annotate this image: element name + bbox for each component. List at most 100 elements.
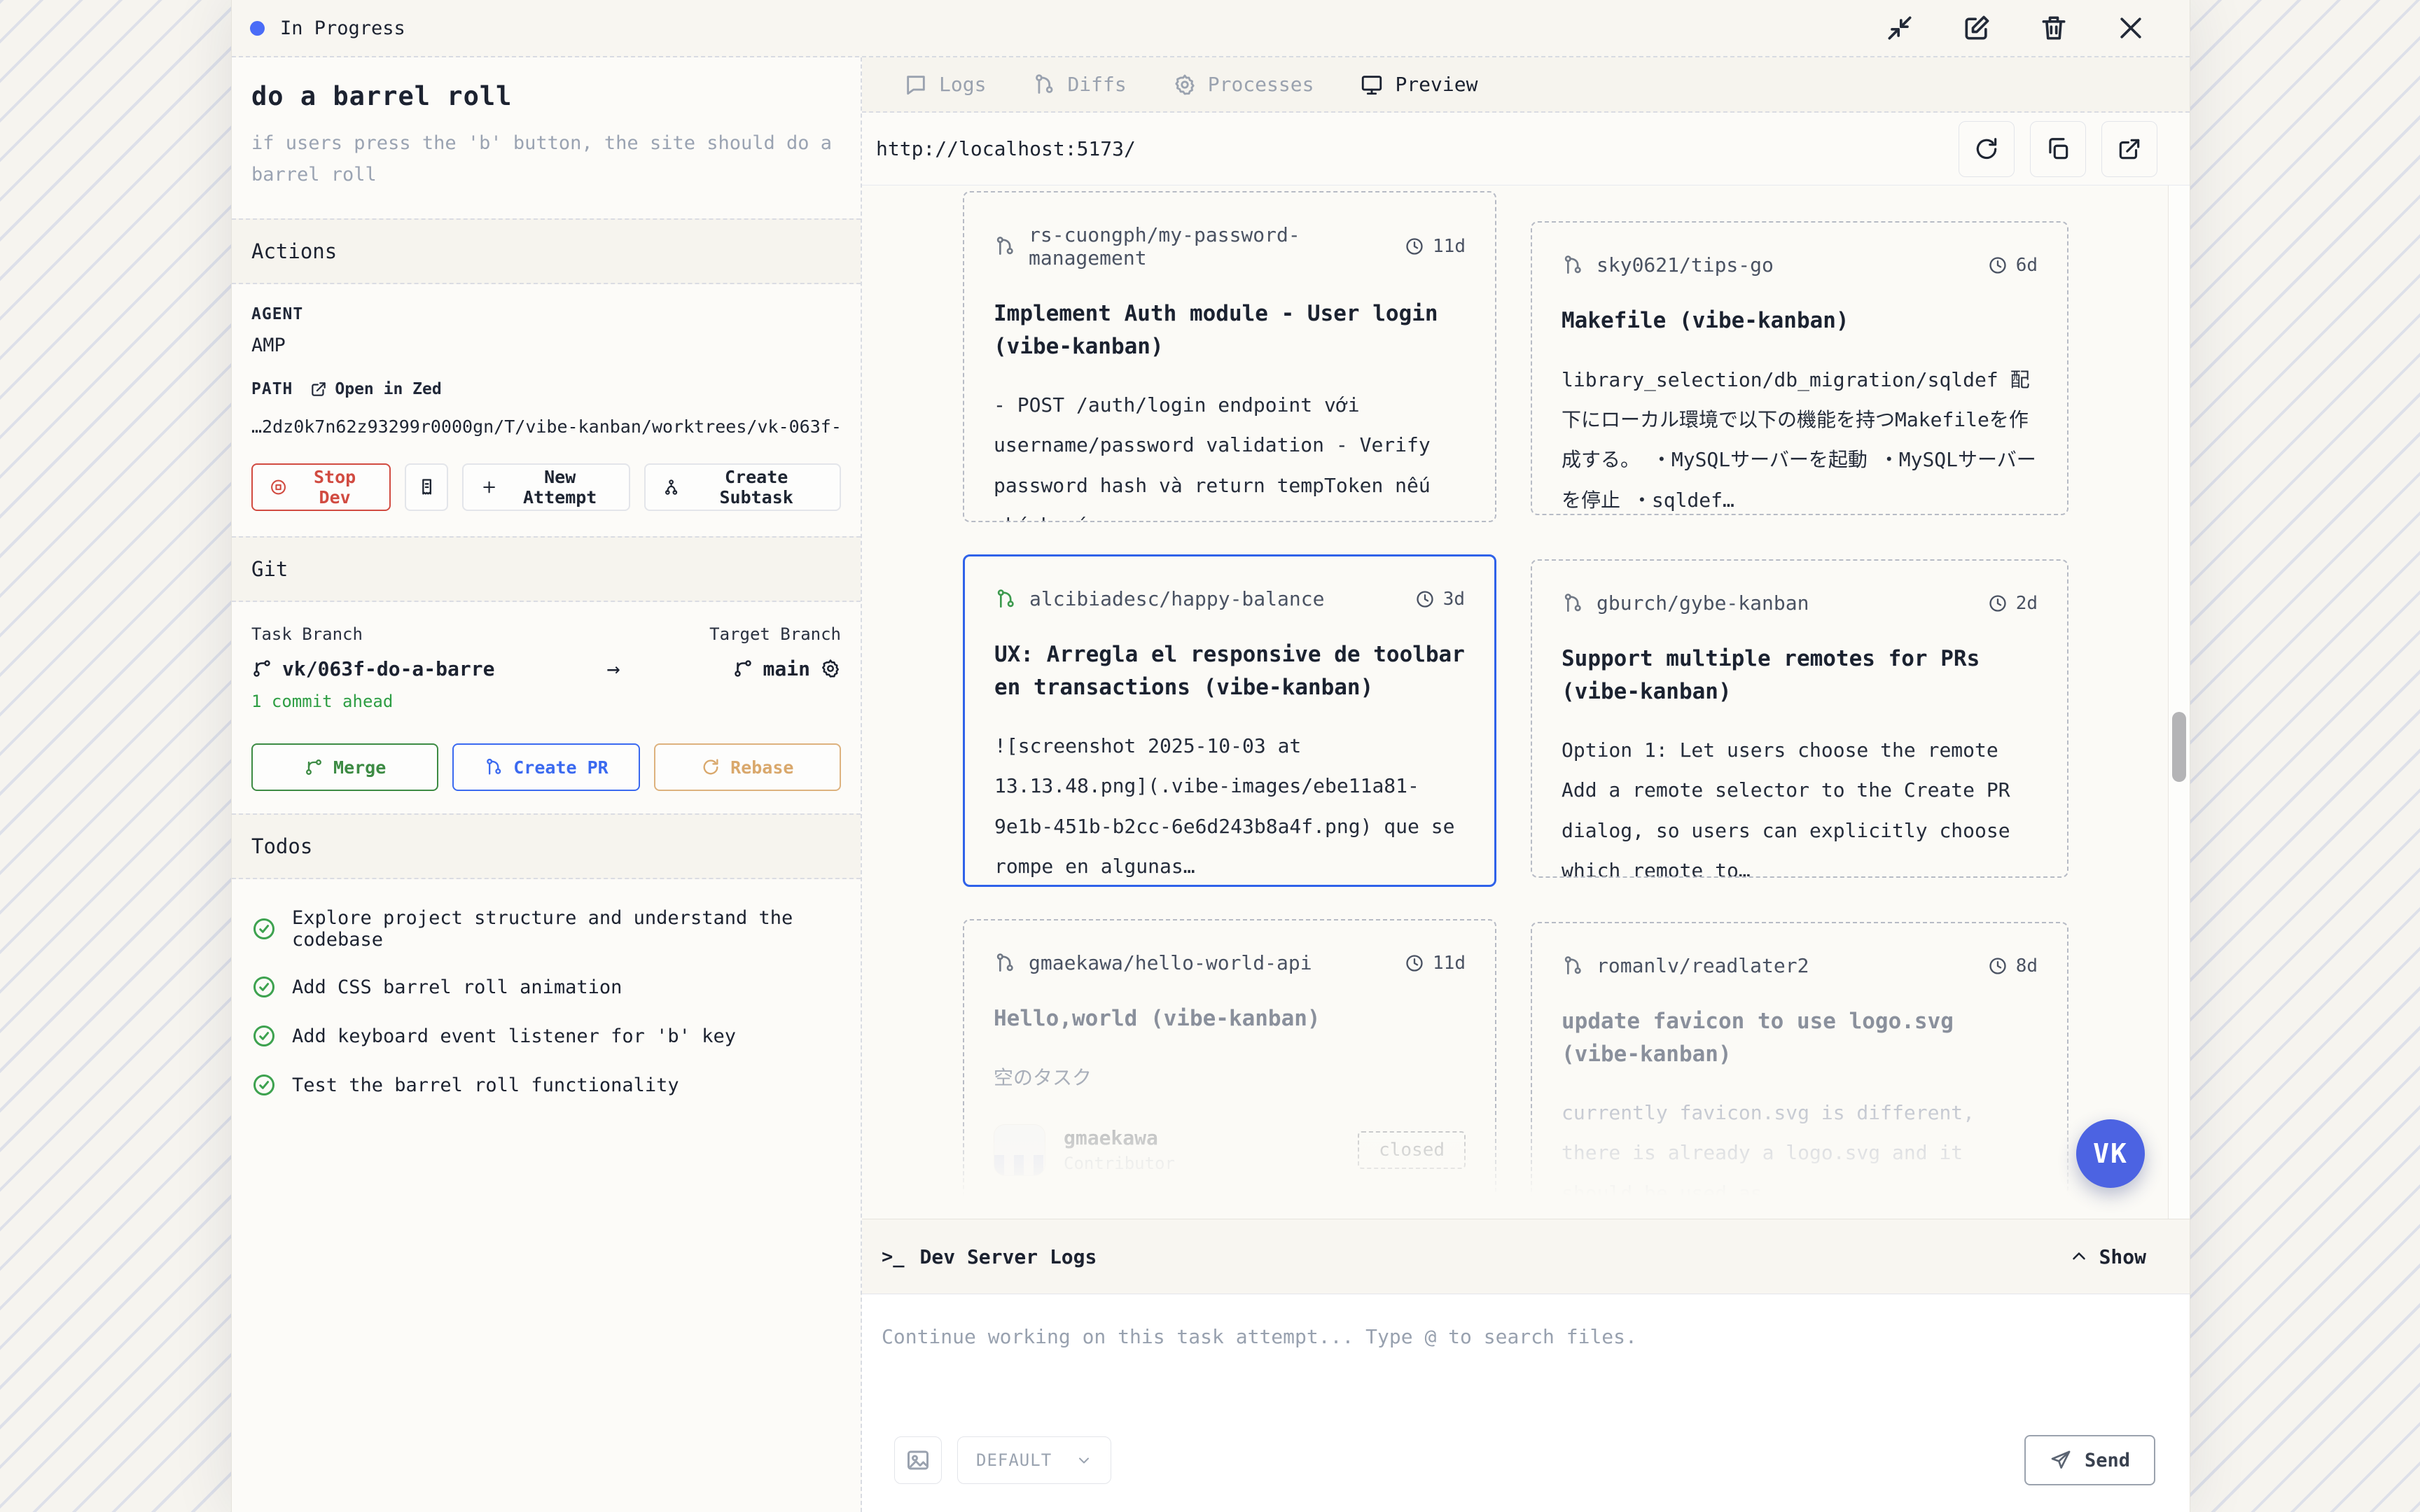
task-branch-value: vk/063f-do-a-barre (251, 657, 494, 680)
new-attempt-button[interactable]: New Attempt (462, 463, 631, 512)
target-branch-value: main (732, 657, 841, 680)
create-subtask-button[interactable]: Create Subtask (644, 463, 841, 512)
card-age: 3d (1415, 589, 1465, 610)
clock-icon (1406, 954, 1423, 972)
card-body: currently favicon.svg is different, ther… (1562, 1101, 1975, 1205)
card-body: Option 1: Let users choose the remote Ad… (1562, 738, 2010, 878)
task-description: if users press the 'b' button, the site … (251, 132, 833, 186)
plus-icon (483, 481, 496, 493)
card-title: UX: Arregla el responsive de toolbar en … (994, 642, 1465, 700)
tab-diffs[interactable]: Diffs (1032, 73, 1127, 97)
git-branch-icon (253, 660, 270, 677)
path-label: PATH (251, 380, 293, 399)
variant-dropdown[interactable]: DEFAULT (957, 1436, 1112, 1484)
subtask-fork-icon (665, 479, 678, 495)
task-card[interactable]: romanlv/readlater2 8d update favicon to … (1531, 922, 2068, 1219)
pull-request-icon (996, 953, 1013, 972)
url-text[interactable]: http://localhost:5173/ (876, 137, 1136, 160)
close-icon[interactable] (2115, 13, 2146, 43)
create-pr-button[interactable]: Create PR (452, 743, 640, 792)
card-age: 11d (1405, 236, 1466, 257)
scrollbar-thumb[interactable] (2172, 712, 2186, 782)
script-icon (422, 479, 432, 495)
arrow-right-icon: → (606, 655, 620, 682)
check-circle-icon (253, 1074, 274, 1096)
composer-input[interactable] (882, 1325, 2150, 1430)
dev-server-logs-bar: >_ Dev Server Logs Show (862, 1219, 2190, 1294)
clock-icon (1989, 594, 2006, 612)
check-circle-icon (253, 1026, 274, 1047)
show-logs-button[interactable]: Show (2068, 1245, 2146, 1268)
copy-url-button[interactable] (2030, 120, 2086, 177)
task-card[interactable]: gmaekawa/hello-world-api 11d Hello,world… (963, 919, 1496, 1219)
stop-dev-button[interactable]: Stop Dev (251, 463, 391, 512)
open-external-button[interactable] (2101, 120, 2157, 177)
status-label: In Progress (280, 17, 405, 39)
pull-request-icon (1036, 74, 1053, 94)
card-title: Hello,world (vibe-kanban) (994, 1006, 1321, 1031)
delete-icon[interactable] (2038, 13, 2069, 43)
gear-icon[interactable] (820, 658, 841, 679)
task-card[interactable]: rs-cuongph/my-password-management 11d Im… (963, 191, 1496, 522)
card-age: 6d (1988, 255, 2038, 276)
clock-icon (1989, 256, 2006, 274)
external-link-icon (2119, 139, 2140, 159)
monitor-icon (1362, 75, 1382, 94)
pull-request-icon (487, 758, 501, 775)
send-button[interactable]: Send (2024, 1435, 2155, 1485)
task-card-selected[interactable]: alcibiadesc/happy-balance 3d UX: Arregla… (963, 554, 1496, 887)
attach-image-button[interactable] (894, 1436, 942, 1484)
card-body: 空のタスク (994, 1065, 1092, 1089)
pull-request-icon (1564, 593, 1581, 612)
paper-plane-icon (2051, 1450, 2071, 1469)
task-branch-label: Task Branch (251, 624, 363, 645)
merge-button[interactable]: Merge (251, 743, 439, 792)
pull-request-icon (996, 237, 1013, 255)
clock-icon (1406, 238, 1423, 255)
card-age: 2d (1988, 593, 2038, 614)
vibe-kanban-logo-button[interactable]: VK (2076, 1119, 2145, 1188)
card-repo: gmaekawa/hello-world-api (1029, 951, 1312, 974)
view-dev-logs-button[interactable] (405, 463, 449, 512)
commit-status: 1 commit ahead (251, 692, 394, 712)
card-title: Makefile (vibe-kanban) (1562, 308, 1849, 333)
chevron-up-icon (2072, 1252, 2085, 1260)
card-title: update favicon to use logo.svg (vibe-kan… (1562, 1009, 1954, 1067)
rebase-button[interactable]: Rebase (653, 743, 841, 792)
stop-circle-icon (271, 479, 286, 495)
task-card[interactable]: gburch/gybe-kanban 2d Support multiple r… (1531, 559, 2068, 878)
refresh-button[interactable] (1959, 120, 2015, 177)
refresh-icon (1976, 137, 1997, 159)
pull-request-icon (1564, 955, 1581, 974)
card-body: - POST /auth/login endpoint với username… (994, 393, 1431, 521)
card-repo: rs-cuongph/my-password-management (1029, 223, 1300, 270)
git-branch-icon (734, 660, 751, 677)
terminal-prompt-icon: >_ (882, 1245, 905, 1268)
clock-icon (1417, 590, 1433, 608)
chat-bubble-icon (907, 75, 925, 94)
todo-item: Add keyboard event listener for 'b' key (251, 1023, 841, 1049)
card-author-role: Contributor (1064, 1154, 1175, 1174)
pull-request-icon (1564, 255, 1581, 274)
task-sidebar: do a barrel roll if users press the 'b' … (232, 57, 862, 1512)
open-in-zed-link[interactable]: Open in Zed (310, 380, 442, 398)
todo-item: Add CSS barrel roll animation (251, 974, 841, 1000)
tab-logs[interactable]: Logs (904, 73, 986, 97)
card-age: 11d (1405, 953, 1466, 974)
image-icon (908, 1450, 929, 1470)
tab-preview[interactable]: Preview (1360, 73, 1477, 97)
todo-item: Test the barrel roll functionality (251, 1072, 841, 1098)
avatar (994, 1124, 1045, 1176)
card-body: library_selection/db_migration/sqldef 配下… (1562, 368, 2036, 512)
minimize-icon[interactable] (1884, 13, 1915, 43)
todo-list: Explore project structure and understand… (232, 879, 861, 1149)
copy-icon (2049, 137, 2068, 159)
git-merge-icon (306, 760, 321, 776)
chevron-down-icon (1079, 1457, 1090, 1464)
edit-icon[interactable] (1961, 13, 1992, 43)
tab-processes[interactable]: Processes (1173, 73, 1314, 97)
check-circle-icon (253, 918, 274, 940)
card-repo: romanlv/readlater2 (1597, 954, 1809, 977)
git-section-heading: Git (232, 536, 861, 603)
task-card[interactable]: sky0621/tips-go 6d Makefile (vibe-kanban… (1531, 221, 2068, 515)
